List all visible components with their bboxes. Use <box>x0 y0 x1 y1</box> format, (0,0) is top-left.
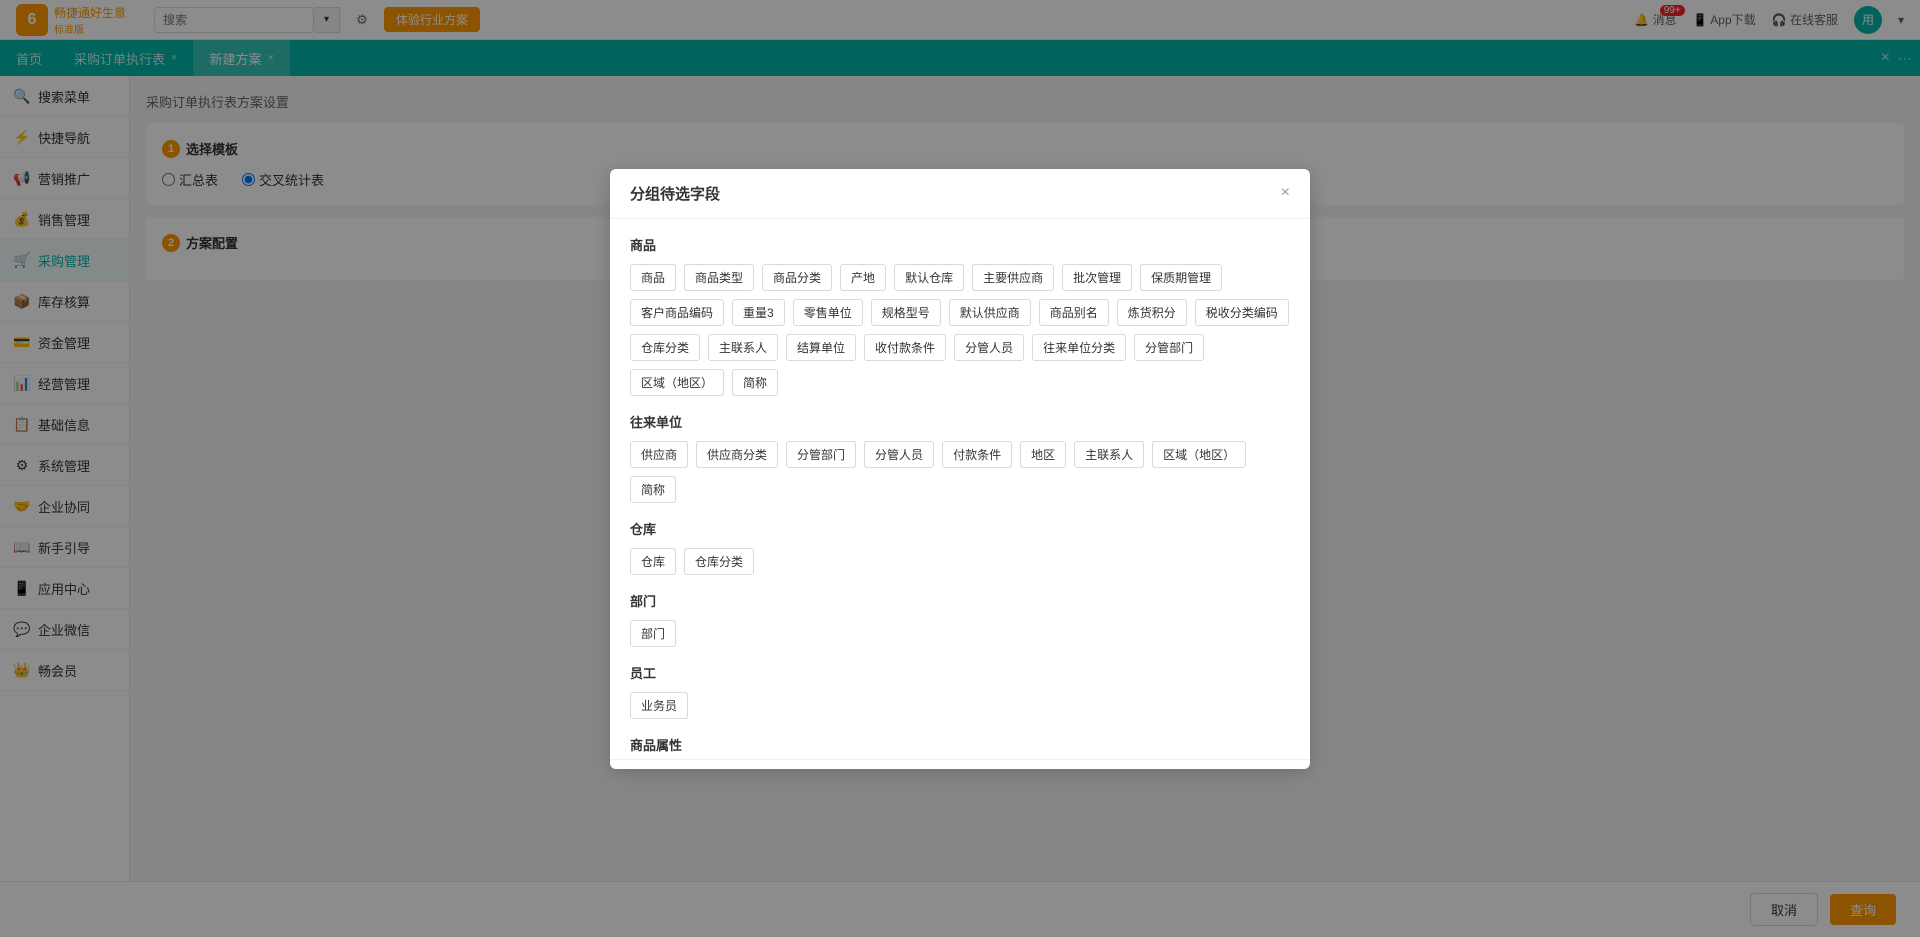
chip-product-5[interactable]: 主要供应商 <box>972 264 1054 291</box>
chip-product-7[interactable]: 保质期管理 <box>1140 264 1222 291</box>
field-select-modal: 分组待选字段 × 商品 商品 商品类型 商品分类 产地 默认仓库 主要供应商 批… <box>610 169 1310 769</box>
chip-product-19[interactable]: 收付款条件 <box>864 334 946 361</box>
chip-partner-4[interactable]: 付款条件 <box>942 441 1012 468</box>
section-employee-title: 员工 <box>630 663 1290 682</box>
section-partner-chips: 供应商 供应商分类 分管部门 分管人员 付款条件 地区 主联系人 区域（地区） … <box>630 441 1290 503</box>
section-product-chips: 商品 商品类型 商品分类 产地 默认仓库 主要供应商 批次管理 保质期管理 客户… <box>630 264 1290 396</box>
chip-product-18[interactable]: 结算单位 <box>786 334 856 361</box>
chip-product-9[interactable]: 重量3 <box>732 299 785 326</box>
chip-product-1[interactable]: 商品类型 <box>684 264 754 291</box>
modal-overlay: 分组待选字段 × 商品 商品 商品类型 商品分类 产地 默认仓库 主要供应商 批… <box>0 0 1920 937</box>
horizontal-scrollbar[interactable] <box>610 759 1310 769</box>
chip-partner-5[interactable]: 地区 <box>1020 441 1066 468</box>
chip-product-8[interactable]: 客户商品编码 <box>630 299 724 326</box>
section-product-attr-title: 商品属性 <box>630 735 1290 754</box>
chip-partner-1[interactable]: 供应商分类 <box>696 441 778 468</box>
modal-title: 分组待选字段 <box>630 183 720 204</box>
chip-warehouse-1[interactable]: 仓库分类 <box>684 548 754 575</box>
modal-close-button[interactable]: × <box>1281 184 1290 202</box>
chip-partner-3[interactable]: 分管人员 <box>864 441 934 468</box>
section-department-title: 部门 <box>630 591 1290 610</box>
chip-product-11[interactable]: 规格型号 <box>871 299 941 326</box>
section-department-chips: 部门 <box>630 620 1290 647</box>
chip-warehouse-0[interactable]: 仓库 <box>630 548 676 575</box>
chip-product-23[interactable]: 区域（地区） <box>630 369 724 396</box>
chip-partner-6[interactable]: 主联系人 <box>1074 441 1144 468</box>
chip-partner-0[interactable]: 供应商 <box>630 441 688 468</box>
chip-product-4[interactable]: 默认仓库 <box>894 264 964 291</box>
chip-product-6[interactable]: 批次管理 <box>1062 264 1132 291</box>
section-product-title: 商品 <box>630 235 1290 254</box>
chip-product-3[interactable]: 产地 <box>840 264 886 291</box>
section-employee-chips: 业务员 <box>630 692 1290 719</box>
section-warehouse-title: 仓库 <box>630 519 1290 538</box>
modal-body: 商品 商品 商品类型 商品分类 产地 默认仓库 主要供应商 批次管理 保质期管理… <box>610 219 1310 759</box>
chip-department-0[interactable]: 部门 <box>630 620 676 647</box>
chip-product-21[interactable]: 往来单位分类 <box>1032 334 1126 361</box>
section-warehouse-chips: 仓库 仓库分类 <box>630 548 1290 575</box>
chip-product-15[interactable]: 税收分类编码 <box>1195 299 1289 326</box>
chip-product-20[interactable]: 分管人员 <box>954 334 1024 361</box>
chip-product-17[interactable]: 主联系人 <box>708 334 778 361</box>
chip-product-12[interactable]: 默认供应商 <box>949 299 1031 326</box>
chip-product-24[interactable]: 简称 <box>732 369 778 396</box>
chip-product-22[interactable]: 分管部门 <box>1134 334 1204 361</box>
chip-product-10[interactable]: 零售单位 <box>793 299 863 326</box>
chip-partner-7[interactable]: 区域（地区） <box>1152 441 1246 468</box>
chip-product-13[interactable]: 商品别名 <box>1039 299 1109 326</box>
chip-product-0[interactable]: 商品 <box>630 264 676 291</box>
chip-employee-0[interactable]: 业务员 <box>630 692 688 719</box>
section-partner-title: 往来单位 <box>630 412 1290 431</box>
chip-product-16[interactable]: 仓库分类 <box>630 334 700 361</box>
chip-product-2[interactable]: 商品分类 <box>762 264 832 291</box>
chip-partner-8[interactable]: 简称 <box>630 476 676 503</box>
chip-partner-2[interactable]: 分管部门 <box>786 441 856 468</box>
chip-product-14[interactable]: 炼货积分 <box>1117 299 1187 326</box>
modal-header: 分组待选字段 × <box>610 169 1310 219</box>
